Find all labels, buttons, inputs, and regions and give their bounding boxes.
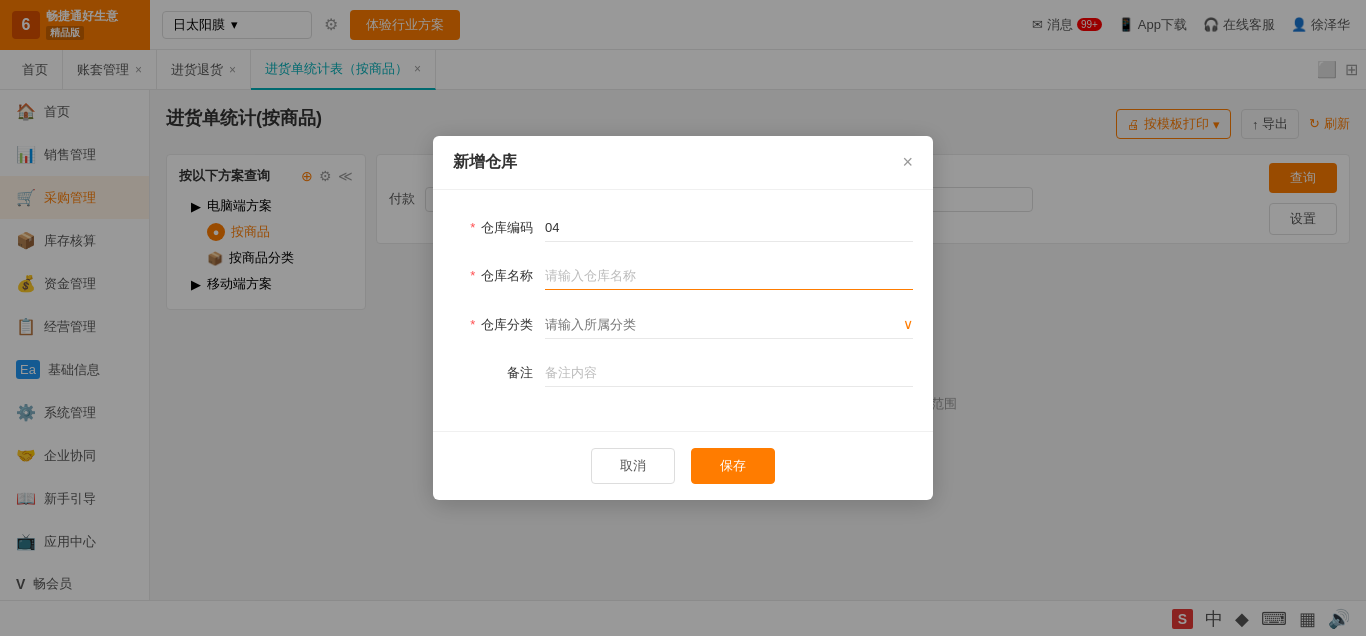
warehouse-name-input[interactable] xyxy=(545,262,913,290)
form-label-code: * 仓库编码 xyxy=(453,219,533,237)
form-row-remark: * 备注 xyxy=(453,359,913,387)
form-label-name: * 仓库名称 xyxy=(453,267,533,285)
category-dropdown-icon: ∨ xyxy=(903,316,913,332)
modal-footer: 取消 保存 xyxy=(433,431,933,500)
modal-title: 新增仓库 xyxy=(453,152,517,173)
add-warehouse-modal: 新增仓库 × * 仓库编码 * 仓库名称 xyxy=(433,136,933,500)
modal-body: * 仓库编码 * 仓库名称 * 仓库分类 xyxy=(433,190,933,431)
form-row-code: * 仓库编码 xyxy=(453,214,913,242)
form-label-remark: * 备注 xyxy=(453,364,533,382)
warehouse-category-select[interactable]: ∨ xyxy=(545,310,913,339)
modal-overlay: 新增仓库 × * 仓库编码 * 仓库名称 xyxy=(0,0,1366,636)
form-row-category: * 仓库分类 ∨ xyxy=(453,310,913,339)
warehouse-category-input[interactable] xyxy=(545,317,903,332)
modal-close-button[interactable]: × xyxy=(902,152,913,173)
modal-header: 新增仓库 × xyxy=(433,136,933,190)
form-row-name: * 仓库名称 xyxy=(453,262,913,290)
remark-input[interactable] xyxy=(545,359,913,387)
warehouse-code-input[interactable] xyxy=(545,214,913,242)
form-label-category: * 仓库分类 xyxy=(453,316,533,334)
cancel-button[interactable]: 取消 xyxy=(591,448,675,484)
save-button[interactable]: 保存 xyxy=(691,448,775,484)
